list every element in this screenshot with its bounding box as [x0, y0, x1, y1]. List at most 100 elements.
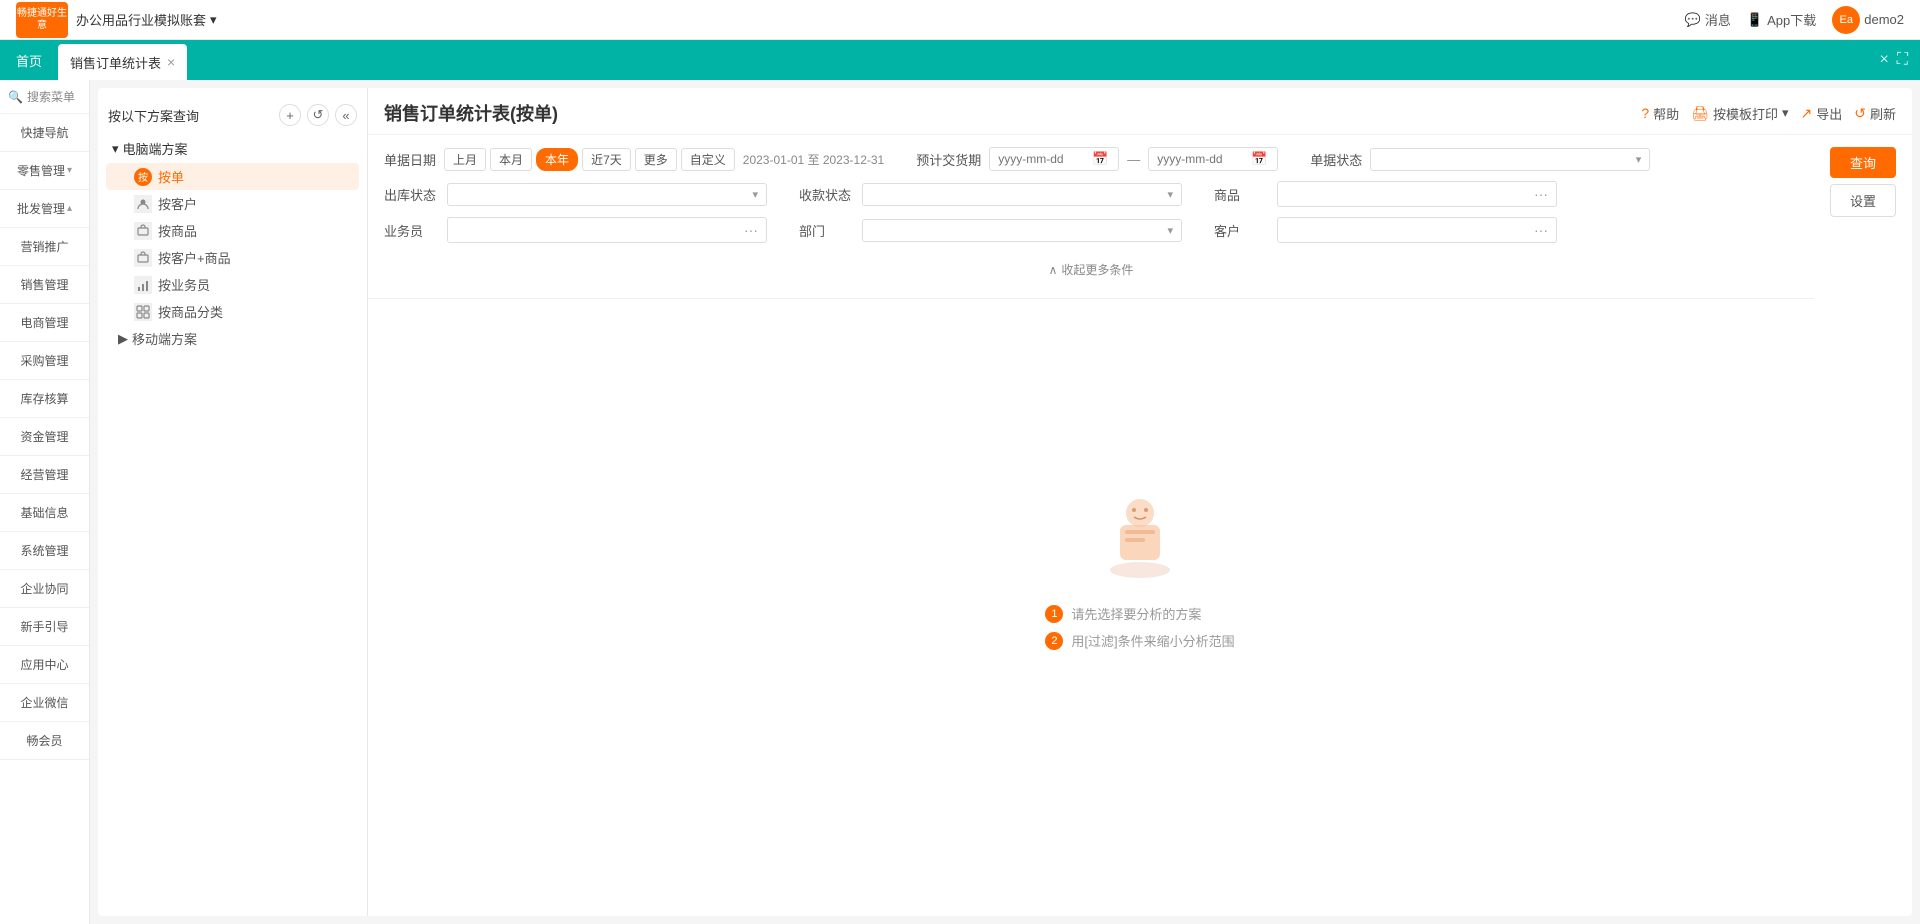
window-close-btn[interactable]: × [1879, 51, 1888, 69]
date-btn-last7[interactable]: 近7天 [582, 148, 631, 171]
sidebar-item-operations[interactable]: 经营管理 [0, 456, 89, 494]
tip-num-1: 1 [1045, 605, 1063, 623]
date-to-input[interactable]: 📅 [1148, 147, 1278, 171]
department-select[interactable]: ▾ [862, 219, 1182, 242]
salesperson-input[interactable]: ··· [447, 217, 767, 243]
customer-dots-icon[interactable]: ··· [1534, 222, 1548, 238]
sidebar-item-sales[interactable]: 销售管理 [0, 266, 89, 304]
collapse-btn[interactable]: ∧ 收起更多条件 [1049, 261, 1134, 278]
print-dropdown-icon: ▾ [1782, 105, 1789, 121]
mobile-expand-icon: ▶ [118, 331, 128, 347]
collapse-panel-btn[interactable]: « [335, 104, 357, 126]
sidebar-item-retail[interactable]: 零售管理 ▾ [0, 152, 89, 190]
sidebar-item-ecommerce[interactable]: 电商管理 [0, 304, 89, 342]
goods-label: 商品 [1214, 185, 1269, 204]
collapse-row: ∧ 收起更多条件 [384, 253, 1798, 286]
date-to-field[interactable] [1157, 152, 1247, 166]
window-maximize-btn[interactable]: ⛶ [1897, 51, 1908, 69]
tree-item-by-customer-goods[interactable]: 按客户+商品 [106, 244, 359, 271]
delivery-status-arrow-icon: ▾ [752, 188, 758, 201]
sidebar-item-marketing[interactable]: 营销推广 [0, 228, 89, 266]
payment-status-select[interactable]: ▾ [862, 183, 1182, 206]
tab-sales-order-stats[interactable]: 销售订单统计表 × [58, 44, 187, 80]
salesperson-dots-icon[interactable]: ··· [744, 222, 758, 238]
date-btn-this-month[interactable]: 本月 [490, 148, 532, 171]
tree-item-by-customer[interactable]: 按客户 [106, 190, 359, 217]
print-btn[interactable]: 🖨 按模板打印 ▾ [1691, 104, 1788, 123]
single-date-label: 单据日期 [384, 150, 436, 169]
logo-text: 畅捷通好生意 [16, 8, 68, 32]
tab-close-btn[interactable]: × [167, 55, 175, 69]
customer-input[interactable]: ··· [1277, 217, 1557, 243]
sidebar-item-wechat-work[interactable]: 企业微信 [0, 684, 89, 722]
export-btn[interactable]: ↗ 导出 [1801, 104, 1843, 123]
tree-mobile-section[interactable]: ▶ 移动端方案 [106, 325, 359, 352]
sidebar-item-enterprise[interactable]: 企业协同 [0, 570, 89, 608]
date-separator: — [1127, 152, 1140, 167]
refresh-icon: ↺ [313, 107, 324, 123]
sidebar-quick-nav[interactable]: 快捷导航 [0, 114, 89, 152]
help-btn[interactable]: ? 帮助 [1641, 104, 1679, 123]
goods-dots-icon[interactable]: ··· [1534, 186, 1548, 202]
sidebar-item-member[interactable]: 畅会员 [0, 722, 89, 760]
account-dropdown-icon: ▾ [210, 12, 217, 28]
tree-item-by-salesperson[interactable]: 按业务员 [106, 271, 359, 298]
account-selector[interactable]: 办公用品行业模拟账套 ▾ [76, 10, 217, 29]
single-status-arrow-icon: ▾ [1636, 153, 1642, 166]
account-name: 办公用品行业模拟账套 [76, 10, 206, 29]
sidebar-item-system[interactable]: 系统管理 [0, 532, 89, 570]
sidebar-item-inventory[interactable]: 库存核算 [0, 380, 89, 418]
help-icon: ? [1641, 105, 1649, 121]
tree-item-by-goods-category[interactable]: 按商品分类 [106, 298, 359, 325]
salesperson-label: 业务员 [384, 221, 439, 240]
message-btn[interactable]: 💬 消息 [1685, 10, 1731, 29]
sidebar-item-purchase[interactable]: 采购管理 [0, 342, 89, 380]
refresh-icon: ↺ [1854, 105, 1866, 122]
query-btn[interactable]: 查询 [1830, 147, 1896, 178]
tabbar-controls: × ⛶ [1879, 51, 1920, 69]
department-label: 部门 [799, 221, 854, 240]
date-from-input[interactable]: 📅 [989, 147, 1119, 171]
filter-area: 单据日期 上月 本月 本年 近7天 更多 自定义 2023-01-01 至 20… [368, 135, 1814, 299]
filter-row-3: 业务员 ··· 部门 ▾ 客户 [384, 217, 1798, 243]
refresh-btn[interactable]: ↺ 刷新 [1854, 104, 1896, 123]
wholesale-arrow-icon: ▴ [67, 203, 72, 214]
sidebar-item-app-center[interactable]: 应用中心 [0, 646, 89, 684]
date-btn-custom[interactable]: 自定义 [681, 148, 735, 171]
date-btn-more[interactable]: 更多 [635, 148, 677, 171]
topbar-left: 畅捷通好生意 办公用品行业模拟账套 ▾ [16, 2, 217, 38]
calendar-from-icon: 📅 [1092, 151, 1108, 167]
add-scheme-btn[interactable]: + [279, 104, 301, 126]
filter-wrapper: 单据日期 上月 本月 本年 近7天 更多 自定义 2023-01-01 至 20… [368, 135, 1912, 299]
topbar: 畅捷通好生意 办公用品行业模拟账套 ▾ 💬 消息 📱 App下载 Ea demo… [0, 0, 1920, 40]
refresh-scheme-btn[interactable]: ↺ [307, 104, 329, 126]
page-header: 销售订单统计表(按单) ? 帮助 🖨 按模板打印 ▾ ↗ [368, 88, 1912, 135]
date-from-field[interactable] [998, 152, 1088, 166]
empty-state: 1 请先选择要分析的方案 2 用[过滤]条件来缩小分析范围 [368, 299, 1912, 916]
logo: 畅捷通好生意 [16, 2, 68, 38]
tree-item-by-goods[interactable]: 按商品 [106, 217, 359, 244]
single-status-select[interactable]: ▾ [1370, 148, 1650, 171]
delivery-status-select[interactable]: ▾ [447, 183, 767, 206]
date-btn-this-year[interactable]: 本年 [536, 148, 578, 171]
sidebar-item-finance[interactable]: 资金管理 [0, 418, 89, 456]
payment-status-arrow-icon: ▾ [1167, 188, 1173, 201]
tree-item-by-order[interactable]: 按 按单 [106, 163, 359, 190]
app-download-btn[interactable]: 📱 App下载 [1747, 10, 1816, 29]
sidebar-item-newbie[interactable]: 新手引导 [0, 608, 89, 646]
sidebar-item-basic-info[interactable]: 基础信息 [0, 494, 89, 532]
date-range-display: 2023-01-01 至 2023-12-31 [743, 151, 884, 168]
sidebar-search[interactable]: 🔍 搜索菜单 [0, 80, 89, 114]
sidebar-item-wholesale[interactable]: 批发管理 ▴ [0, 190, 89, 228]
search-icon: 🔍 [8, 90, 23, 104]
user-menu[interactable]: Ea demo2 [1832, 6, 1904, 34]
empty-illustration [1090, 485, 1190, 588]
goods-input[interactable]: ··· [1277, 181, 1557, 207]
tab-home[interactable]: 首页 [0, 40, 58, 80]
export-icon: ↗ [1801, 105, 1813, 122]
filter-row-2: 出库状态 ▾ 收款状态 ▾ 商品 [384, 181, 1798, 207]
settings-btn[interactable]: 设置 [1830, 184, 1896, 217]
filter-row-1: 单据日期 上月 本月 本年 近7天 更多 自定义 2023-01-01 至 20… [384, 147, 1798, 171]
tree-pc-section[interactable]: ▾ 电脑端方案 [106, 134, 359, 163]
date-btn-last-month[interactable]: 上月 [444, 148, 486, 171]
